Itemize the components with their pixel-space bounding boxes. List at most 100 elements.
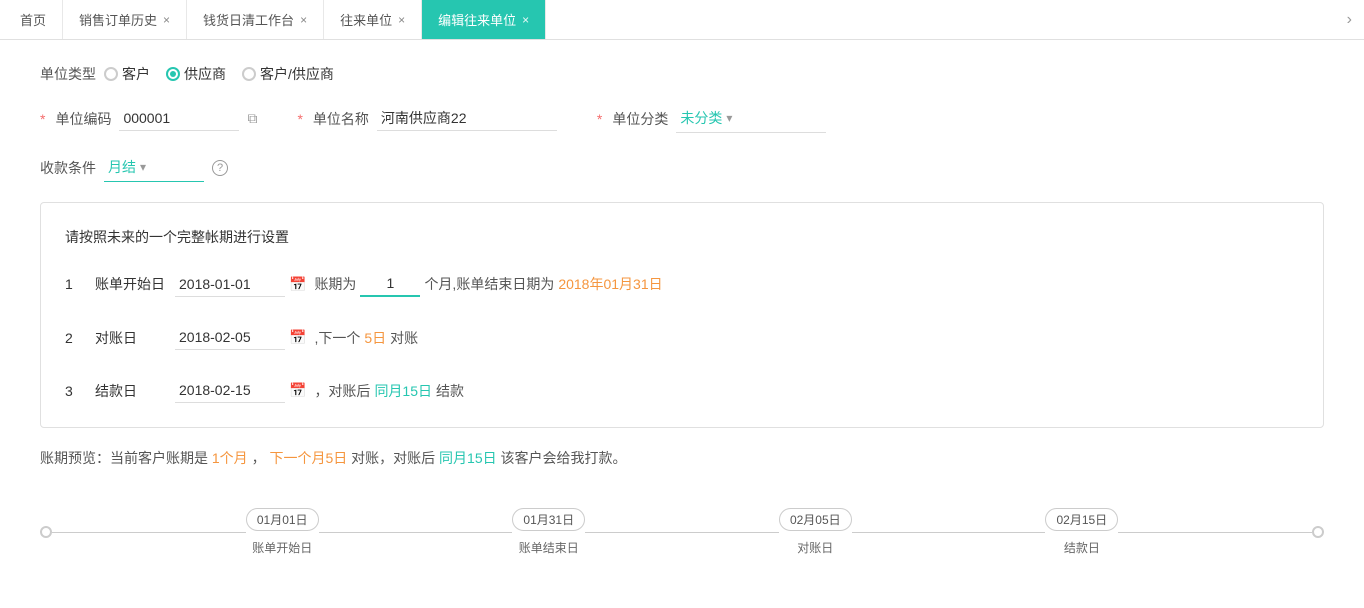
payment-field: 收款条件 月结 ▾ ? — [40, 153, 228, 182]
unit-category-select[interactable]: 未分类 ▾ — [676, 104, 826, 133]
period-row-3: 3 结款日 📅 ，对账后 同月15日 结款 — [65, 378, 1299, 403]
preview-suffix: 该客户会给我打款。 — [501, 450, 627, 466]
preview-part1: 1个月 — [212, 450, 248, 466]
timeline-spacer-3 — [852, 532, 1046, 533]
period-1-cal-icon[interactable]: 📅 — [289, 276, 306, 293]
radio-item-2[interactable]: 客户/供应商 — [242, 64, 334, 84]
unit-name-field: * 单位名称 — [297, 106, 556, 131]
tab-item-2[interactable]: 钱货日清工作台 × — [187, 0, 324, 39]
timeline-node-label-1: 账单结束日 — [519, 539, 579, 556]
period-1-suffix-before: 账期为 — [314, 274, 356, 294]
unit-name-input[interactable] — [377, 106, 557, 131]
period-section: 请按照未来的一个完整帐期进行设置 1 账单开始日 📅 账期为 个月,账单结束日期… — [40, 202, 1324, 428]
period-3-num: 3 — [65, 383, 95, 399]
radio-circle-0 — [104, 67, 118, 81]
period-1-label: 账单开始日 — [95, 274, 175, 294]
main-content: 单位类型 客户 供应商 客户/供应商 * 单位编码 ⧉ * 单位名称 * 单位分类 … — [0, 40, 1364, 608]
radio-label-0: 客户 — [122, 64, 150, 84]
radio-circle-2 — [242, 67, 256, 81]
unit-code-copy-icon[interactable]: ⧉ — [247, 110, 257, 127]
radio-item-1[interactable]: 供应商 — [166, 64, 226, 84]
timeline-right-dot — [1312, 526, 1324, 538]
tab-label-3: 往来单位 — [340, 10, 392, 29]
radio-circle-1 — [166, 67, 180, 81]
unit-category-chevron: ▾ — [726, 111, 732, 125]
timeline-badge-2: 02月05日 — [779, 508, 852, 531]
tab-label-1: 销售订单历史 — [79, 10, 157, 29]
timeline-badge-3: 02月15日 — [1045, 508, 1118, 531]
tab-item-3[interactable]: 往来单位 × — [324, 0, 422, 39]
period-3-cal-icon[interactable]: 📅 — [289, 382, 306, 399]
timeline-node-label-2: 对账日 — [797, 539, 833, 556]
period-row-2: 2 对账日 📅 ,下一个 5日 对账 — [65, 325, 1299, 350]
timeline-spacer-2 — [585, 532, 779, 533]
tab-label-0: 首页 — [20, 10, 46, 29]
tab-item-1[interactable]: 销售订单历史 × — [63, 0, 187, 39]
unit-category-star: * — [597, 111, 602, 127]
timeline-spacer-final — [1118, 532, 1312, 533]
unit-type-row: 单位类型 客户 供应商 客户/供应商 — [40, 64, 1324, 84]
tab-close-2[interactable]: × — [300, 13, 307, 27]
period-2-suffix-after: 对账 — [390, 328, 418, 348]
timeline-spacer-1 — [319, 532, 513, 533]
tab-more-button[interactable]: › — [1335, 11, 1364, 29]
payment-help-icon[interactable]: ? — [212, 160, 228, 176]
tab-close-1[interactable]: × — [163, 13, 170, 27]
unit-code-star: * — [40, 111, 45, 127]
timeline-badge-1: 01月31日 — [512, 508, 585, 531]
tab-close-3[interactable]: × — [398, 13, 405, 27]
period-2-suffix: ,下一个 5日 对账 — [314, 328, 418, 348]
period-1-num: 1 — [65, 276, 95, 292]
payment-chevron: ▾ — [140, 160, 146, 174]
payment-row: 收款条件 月结 ▾ ? — [40, 153, 1324, 182]
unit-type-label: 单位类型 — [40, 64, 96, 84]
period-3-suffix-after: 结款 — [436, 381, 464, 401]
period-2-date[interactable] — [175, 325, 285, 350]
tab-label-2: 钱货日清工作台 — [203, 10, 294, 29]
radio-label-2: 客户/供应商 — [260, 64, 334, 84]
period-2-suffix-before: ,下一个 — [314, 328, 360, 348]
period-1-num-input[interactable] — [360, 271, 420, 297]
period-2-cal-icon[interactable]: 📅 — [289, 329, 306, 346]
timeline: 01月01日账单开始日 01月31日账单结束日 02月05日对账日 02月15日结款日 — [40, 496, 1324, 556]
timeline-node-label-0: 账单开始日 — [252, 539, 312, 556]
timeline-node-0: 01月01日账单开始日 — [246, 508, 319, 556]
period-1-date[interactable] — [175, 272, 285, 297]
period-3-suffix: ，对账后 同月15日 结款 — [314, 381, 464, 401]
unit-info-row: * 单位编码 ⧉ * 单位名称 * 单位分类 未分类 ▾ — [40, 104, 1324, 133]
radio-label-1: 供应商 — [184, 64, 226, 84]
section-title: 请按照未来的一个完整帐期进行设置 — [65, 227, 1299, 247]
period-2-num: 2 — [65, 330, 95, 346]
tab-close-4[interactable]: × — [522, 13, 529, 27]
period-row-1: 1 账单开始日 📅 账期为 个月,账单结束日期为 2018年01月31日 — [65, 271, 1299, 297]
period-3-suffix-before: ，对账后 — [314, 381, 370, 401]
period-1-suffix: 账期为 个月,账单结束日期为 2018年01月31日 — [314, 271, 662, 297]
payment-select[interactable]: 月结 ▾ — [104, 153, 204, 182]
period-3-label: 结款日 — [95, 381, 175, 401]
preview-part2: 下一个月5日 — [269, 450, 347, 466]
preview-part3: 同月15日 — [439, 450, 497, 466]
payment-label: 收款条件 — [40, 158, 96, 178]
unit-name-label: 单位名称 — [313, 109, 369, 129]
timeline-node-3: 02月15日结款日 — [1045, 508, 1118, 556]
preview-middle: 对账，对账后 — [351, 450, 435, 466]
period-3-highlight: 同月15日 — [374, 381, 432, 401]
unit-category-label: 单位分类 — [612, 109, 668, 129]
period-3-date[interactable] — [175, 378, 285, 403]
tab-item-4[interactable]: 编辑往来单位× — [422, 0, 546, 39]
timeline-node-2: 02月05日对账日 — [779, 508, 852, 556]
unit-type-radio-group: 客户 供应商 客户/供应商 — [104, 64, 334, 84]
period-2-label: 对账日 — [95, 328, 175, 348]
tab-item-0[interactable]: 首页 — [0, 0, 63, 39]
unit-type-field: 单位类型 客户 供应商 客户/供应商 — [40, 64, 334, 84]
preview-prefix: 账期预览：当前客户账期是 — [40, 450, 208, 466]
radio-item-0[interactable]: 客户 — [104, 64, 150, 84]
timeline-badge-0: 01月01日 — [246, 508, 319, 531]
preview-text: 账期预览：当前客户账期是 1个月 ， 下一个月5日 对账，对账后 同月15日 该… — [40, 448, 1324, 468]
unit-code-field: * 单位编码 ⧉ — [40, 106, 257, 131]
period-1-suffix-unit: 个月,账单结束日期为 — [424, 274, 554, 294]
unit-code-input[interactable] — [119, 106, 239, 131]
timeline-node-label-3: 结款日 — [1064, 539, 1100, 556]
timeline-node-1: 01月31日账单结束日 — [512, 508, 585, 556]
payment-value: 月结 — [108, 157, 136, 177]
